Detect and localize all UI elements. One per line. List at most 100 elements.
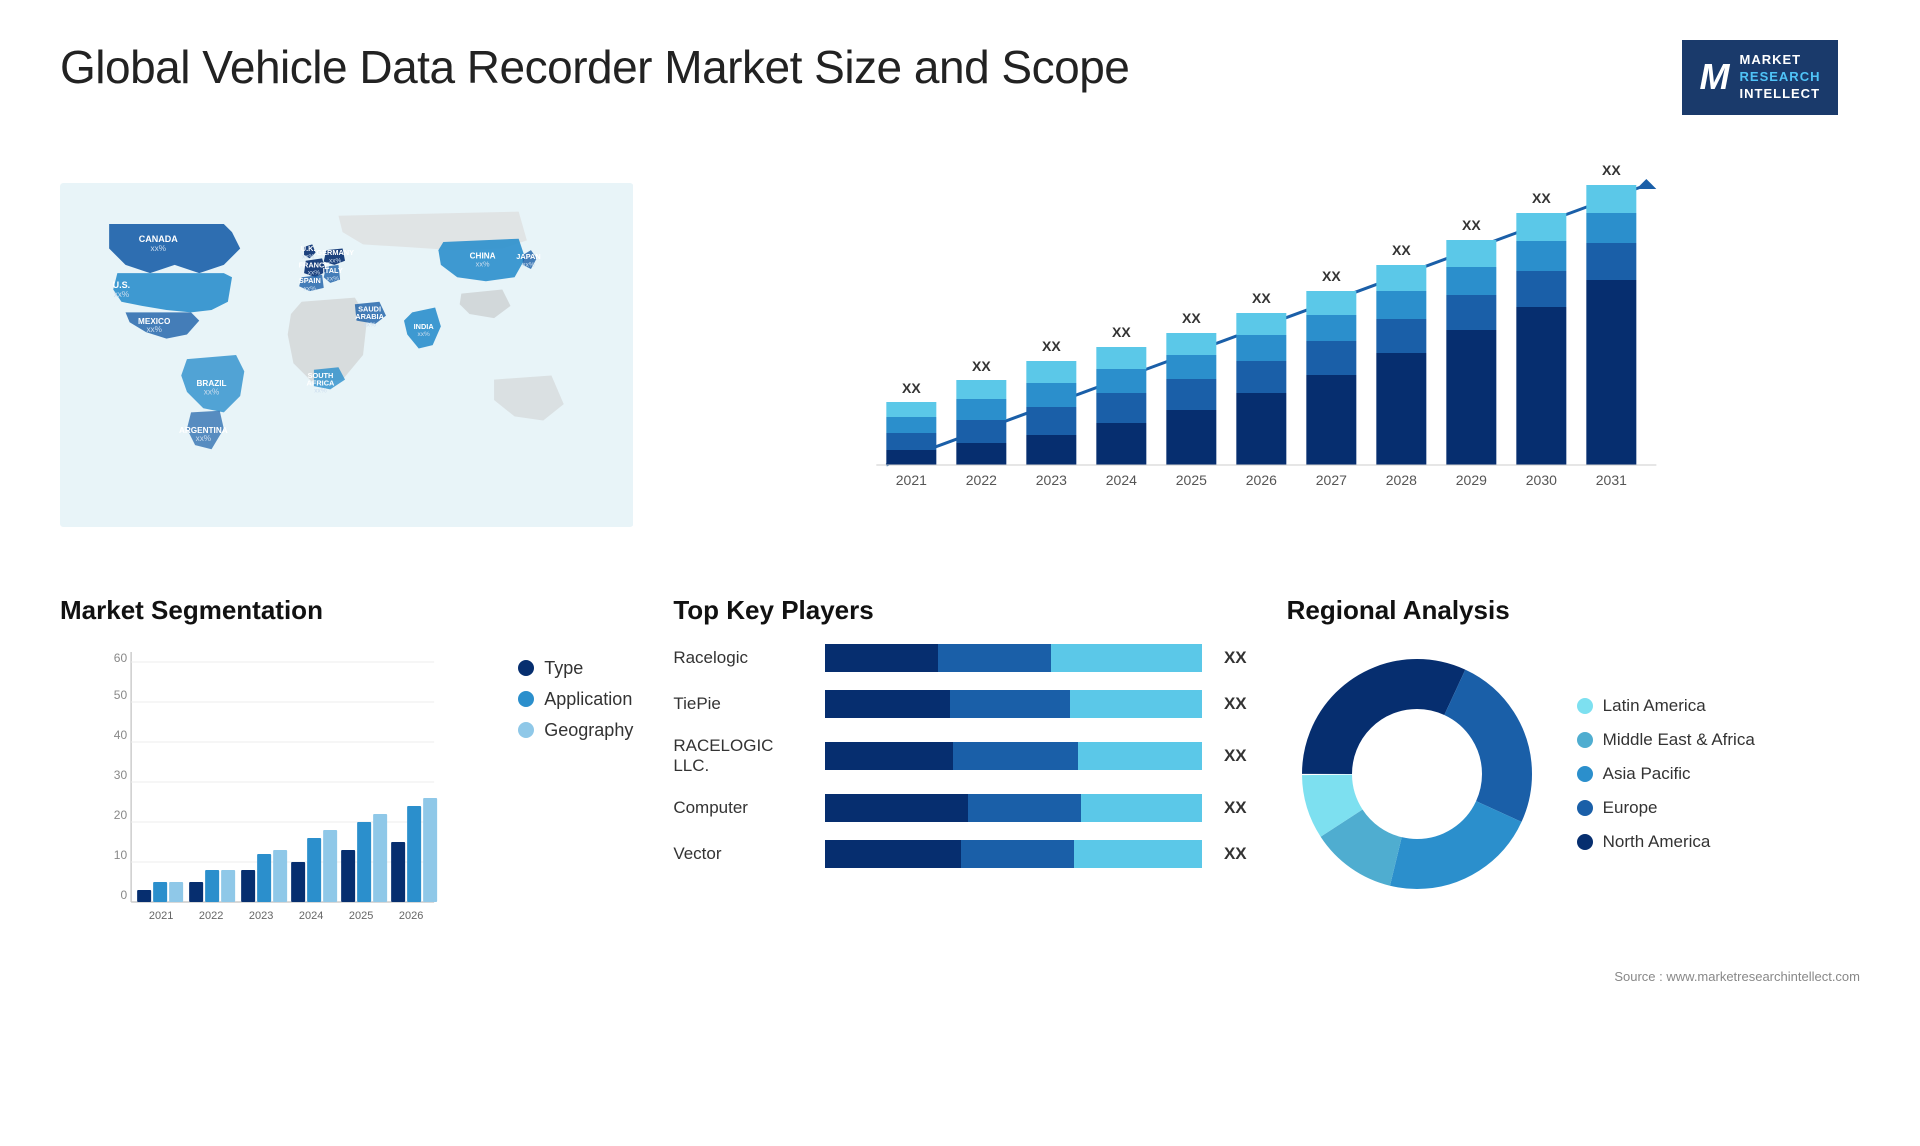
bar-seg <box>953 742 1077 770</box>
bar-chart-section: XX 2021 XX 2022 XX <box>673 145 1860 565</box>
players-title: Top Key Players <box>673 595 1246 626</box>
player-value: XX <box>1224 746 1247 766</box>
svg-text:2021: 2021 <box>149 910 173 922</box>
player-name: Computer <box>673 798 813 818</box>
svg-text:XX: XX <box>1112 324 1131 340</box>
player-row: RACELOGIC LLC. XX <box>673 736 1246 776</box>
svg-text:ARABIA: ARABIA <box>355 312 384 321</box>
players-section: Top Key Players Racelogic XX <box>673 595 1246 949</box>
svg-text:XX: XX <box>1532 190 1551 206</box>
map-container: CANADA xx% U.S. xx% MEXICO xx% BRAZIL xx… <box>60 145 633 565</box>
logo-line1: MARKET <box>1740 52 1821 69</box>
bar-seg <box>825 644 938 672</box>
player-value: XX <box>1224 694 1247 714</box>
page-title: Global Vehicle Data Recorder Market Size… <box>60 40 1129 94</box>
segmentation-section: Market Segmentation 0 10 20 30 40 50 60 <box>60 595 633 949</box>
player-bar-track <box>825 794 1202 822</box>
svg-text:xx%: xx% <box>522 261 535 268</box>
svg-text:XX: XX <box>972 358 991 374</box>
map-section: CANADA xx% U.S. xx% MEXICO xx% BRAZIL xx… <box>60 145 633 565</box>
legend-middle-east: Middle East & Africa <box>1577 730 1755 750</box>
svg-text:2022: 2022 <box>199 910 223 922</box>
donut-container <box>1287 644 1547 904</box>
app-dot <box>518 691 534 707</box>
svg-text:SPAIN: SPAIN <box>299 276 321 285</box>
svg-text:XX: XX <box>1602 165 1621 178</box>
player-bar-track <box>825 690 1202 718</box>
svg-text:40: 40 <box>114 728 128 742</box>
player-value: XX <box>1224 798 1247 818</box>
svg-text:U.K.: U.K. <box>301 244 316 253</box>
player-bar-track <box>825 644 1202 672</box>
svg-text:CANADA: CANADA <box>139 234 178 244</box>
svg-text:xx%: xx% <box>196 434 211 443</box>
regional-legend: Latin America Middle East & Africa Asia … <box>1577 696 1755 852</box>
svg-text:JAPAN: JAPAN <box>516 252 540 261</box>
svg-text:2029: 2029 <box>1456 472 1487 488</box>
asia-pacific-dot <box>1577 766 1593 782</box>
svg-text:XX: XX <box>1322 268 1341 284</box>
player-bar-track <box>825 840 1202 868</box>
north-america-dot <box>1577 834 1593 850</box>
player-value: XX <box>1224 648 1247 668</box>
geo-dot <box>518 722 534 738</box>
svg-text:XX: XX <box>1252 290 1271 306</box>
logo-area: M MARKET RESEARCH INTELLECT <box>1660 40 1860 115</box>
north-america-label: North America <box>1603 832 1711 852</box>
svg-text:xx%: xx% <box>151 244 166 253</box>
main-grid: CANADA xx% U.S. xx% MEXICO xx% BRAZIL xx… <box>60 145 1860 949</box>
svg-text:xx%: xx% <box>304 285 317 292</box>
type-label: Type <box>544 658 583 679</box>
svg-text:2030: 2030 <box>1526 472 1557 488</box>
regional-section: Regional Analysis <box>1287 595 1860 949</box>
player-value: XX <box>1224 844 1247 864</box>
legend-asia-pacific: Asia Pacific <box>1577 764 1755 784</box>
segmentation-content: 0 10 20 30 40 50 60 <box>60 644 633 949</box>
legend-latin-america: Latin America <box>1577 696 1755 716</box>
svg-text:2022: 2022 <box>966 472 997 488</box>
player-bar <box>825 794 1202 822</box>
segmentation-title: Market Segmentation <box>60 595 633 626</box>
svg-text:60: 60 <box>114 651 128 665</box>
svg-text:30: 30 <box>114 768 128 782</box>
player-row: Vector XX <box>673 840 1246 868</box>
bar-seg <box>1074 840 1202 868</box>
logo-text: MARKET RESEARCH INTELLECT <box>1740 52 1821 103</box>
legend-north-america: North America <box>1577 832 1755 852</box>
middle-east-label: Middle East & Africa <box>1603 730 1755 750</box>
svg-text:xx%: xx% <box>314 387 327 394</box>
svg-text:XX: XX <box>1392 242 1411 258</box>
svg-text:xx%: xx% <box>302 253 315 260</box>
player-bar <box>825 742 1202 770</box>
player-bar <box>825 690 1202 718</box>
legend-europe: Europe <box>1577 798 1755 818</box>
svg-text:2028: 2028 <box>1386 472 1417 488</box>
bar-seg <box>1070 690 1202 718</box>
players-list: Racelogic XX TiePie <box>673 644 1246 868</box>
svg-text:xx%: xx% <box>327 275 340 282</box>
source-text: Source : www.marketresearchintellect.com <box>60 969 1860 984</box>
page-container: Global Vehicle Data Recorder Market Size… <box>0 0 1920 1146</box>
svg-text:XX: XX <box>1462 217 1481 233</box>
bar-seg <box>968 794 1081 822</box>
seg-chart-container: 0 10 20 30 40 50 60 <box>60 644 478 949</box>
europe-dot <box>1577 800 1593 816</box>
middle-east-dot <box>1577 732 1593 748</box>
bar-chart-svg: XX 2021 XX 2022 XX <box>673 165 1860 545</box>
donut-svg <box>1287 644 1547 904</box>
seg-legend-type: Type <box>518 658 633 679</box>
bar-seg <box>1051 644 1202 672</box>
bar-seg <box>825 742 953 770</box>
svg-text:2023: 2023 <box>249 910 273 922</box>
svg-text:2025: 2025 <box>349 910 373 922</box>
svg-text:0: 0 <box>120 888 127 902</box>
logo-letter: M <box>1700 56 1730 98</box>
svg-text:2021: 2021 <box>896 472 927 488</box>
svg-text:xx%: xx% <box>329 257 342 264</box>
svg-text:xx%: xx% <box>417 331 430 338</box>
player-name: Vector <box>673 844 813 864</box>
latin-america-dot <box>1577 698 1593 714</box>
bar-seg <box>950 690 1071 718</box>
player-name: TiePie <box>673 694 813 714</box>
logo-box: M MARKET RESEARCH INTELLECT <box>1682 40 1839 115</box>
